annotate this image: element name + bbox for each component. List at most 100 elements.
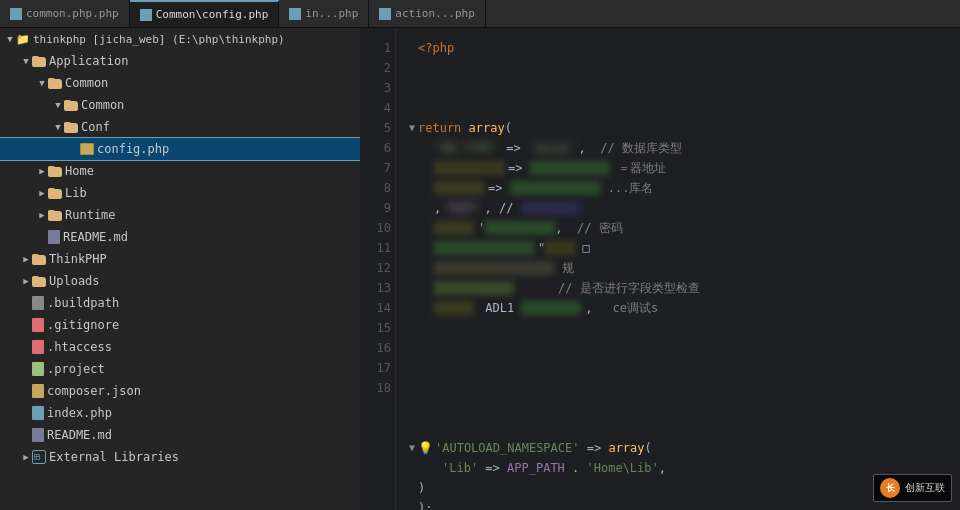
tab-label-4: action...php [395,7,474,20]
sidebar-item-thinkphp[interactable]: ThinkPHP [0,248,360,270]
bulb-icon: 💡 [418,438,433,458]
arrow-12: ADL1 [478,298,521,318]
code-line-6: => ...库名 [406,178,950,198]
debug-key [434,301,474,315]
sidebar-item-htaccess[interactable]: .htaccess [0,336,360,358]
autoload-key: 'AUTOLOAD_NAMESPACE' [435,438,580,458]
tab-4[interactable]: action...php [369,0,485,27]
cmt-pwd: // 密码 [577,218,623,238]
sidebar-item-application[interactable]: Application [0,50,360,72]
comma-7b: , // [477,198,520,218]
cmt-host: ＝器地址 [618,158,666,178]
fold-15[interactable]: ▼ [406,438,418,458]
tab-3[interactable]: in...php [279,0,369,27]
db-pass-inner [545,241,575,255]
folder-icon-uploads [32,276,46,287]
code-line-11: // 是否进行字段类型检查 [406,278,950,298]
cmt-name: ...库名 [608,178,654,198]
label-readme-app: README.md [63,230,360,244]
tab-1[interactable]: common.php.php [0,0,130,27]
comma-4: , [579,138,601,158]
cmt-fields: // 是否进行字段类型检查 [558,278,700,298]
code-content[interactable]: <?php ▼ return array( 'DB_TYPE' => 'mysq… [396,28,960,510]
label-conf: Conf [81,120,360,134]
cmt-debug: ce调试s [613,298,659,318]
label-application: Application [49,54,360,68]
label-project: .project [47,362,360,376]
db-pwd-inner [485,221,555,235]
sidebar-item-config-php[interactable]: config.php [0,138,360,160]
code-line-9: " □ [406,238,950,258]
charset-content [434,261,554,275]
folder-icon-runtime [48,210,62,221]
label-runtime: Runtime [65,208,360,222]
db-type-key: 'DB_TYPE' [434,138,499,158]
sidebar-item-buildpath[interactable]: .buildpath [0,292,360,314]
arrow-common-parent [36,77,48,89]
lib-key: 'Lib' [442,458,478,478]
code-line-15: ▼ 💡 'AUTOLOAD_NAMESPACE' => array ( [406,438,950,458]
arrow-gitignore [20,319,32,331]
sidebar-project-root[interactable]: 📁 thinkphp [jicha_web] (E:\php\thinkphp) [0,28,360,50]
code-line-17: ) [406,478,950,498]
file-icon-config-php [80,143,94,155]
label-config-php: config.php [97,142,360,156]
sidebar-item-common-parent[interactable]: Common [0,72,360,94]
folder-icon-conf [64,122,78,133]
file-icon-htaccess [32,340,44,354]
cn-watermark-badge: 长 创新互联 [873,474,952,502]
close-paren-17: ) [418,478,425,498]
sidebar-item-home[interactable]: Home [0,160,360,182]
sidebar-item-composer[interactable]: composer.json [0,380,360,402]
label-thinkphp: ThinkPHP [49,252,360,266]
fold-3[interactable]: ▼ [406,118,418,138]
arrow-readme-root [20,429,32,441]
code-line-13 [406,318,950,378]
code-line-4: 'DB_TYPE' => 'mysql' , // 数据库类型 [406,138,950,158]
code-editor: 1 2 3 4 5 6 7 8 9 10 11 12 13 14 15 16 1… [360,28,960,510]
folder-icon-home [48,166,62,177]
arrow-uploads [20,275,32,287]
arrow-5: => [508,158,530,178]
code-line-14 [406,378,950,438]
label-gitignore: .gitignore [47,318,360,332]
sidebar-item-project[interactable]: .project [0,358,360,380]
sidebar-item-ext-libs[interactable]: External Libraries [0,446,360,468]
code-line-3: ▼ return array( [406,118,950,138]
bracket-9: □ [575,238,589,258]
sidebar-item-gitignore[interactable]: .gitignore [0,314,360,336]
arrow-conf [52,121,64,133]
sidebar-item-index-php[interactable]: index.php [0,402,360,424]
file-icon-project [32,362,44,376]
arrow-lib [36,187,48,199]
file-icon-gitignore [32,318,44,332]
code-line-7: , ROOT , // [406,198,950,218]
close-18: ); [418,498,432,510]
sidebar-item-conf[interactable]: Conf [0,116,360,138]
label-home: Home [65,164,360,178]
cmt-charset: 规 [562,258,574,278]
cmt-db-type: // 数据库类型 [600,138,682,158]
sidebar: 📁 thinkphp [jicha_web] (E:\php\thinkphp)… [0,28,360,510]
sidebar-item-readme-app[interactable]: README.md [0,226,360,248]
sidebar-item-runtime[interactable]: Runtime [0,204,360,226]
return-kw: return [418,118,469,138]
sidebar-item-readme-root[interactable]: README.md [0,424,360,446]
label-uploads: Uploads [49,274,360,288]
code-line-18: ); [406,498,950,510]
arrow-application [20,55,32,67]
array-fn-15: array [608,438,644,458]
label-common-parent: Common [65,76,360,90]
db-name-val [510,181,600,195]
sidebar-item-common-child[interactable]: Common [0,94,360,116]
label-composer: composer.json [47,384,360,398]
tab-2[interactable]: Common\config.php [130,0,280,27]
tab-icon-4 [379,8,391,20]
code-line-10: 规 [406,258,950,278]
label-buildpath: .buildpath [47,296,360,310]
sidebar-item-lib[interactable]: Lib [0,182,360,204]
folder-icon-common-parent [48,78,62,89]
sidebar-item-uploads[interactable]: Uploads [0,270,360,292]
comma-8: , [555,218,577,238]
line-numbers: 1 2 3 4 5 6 7 8 9 10 11 12 13 14 15 16 1… [360,28,396,510]
